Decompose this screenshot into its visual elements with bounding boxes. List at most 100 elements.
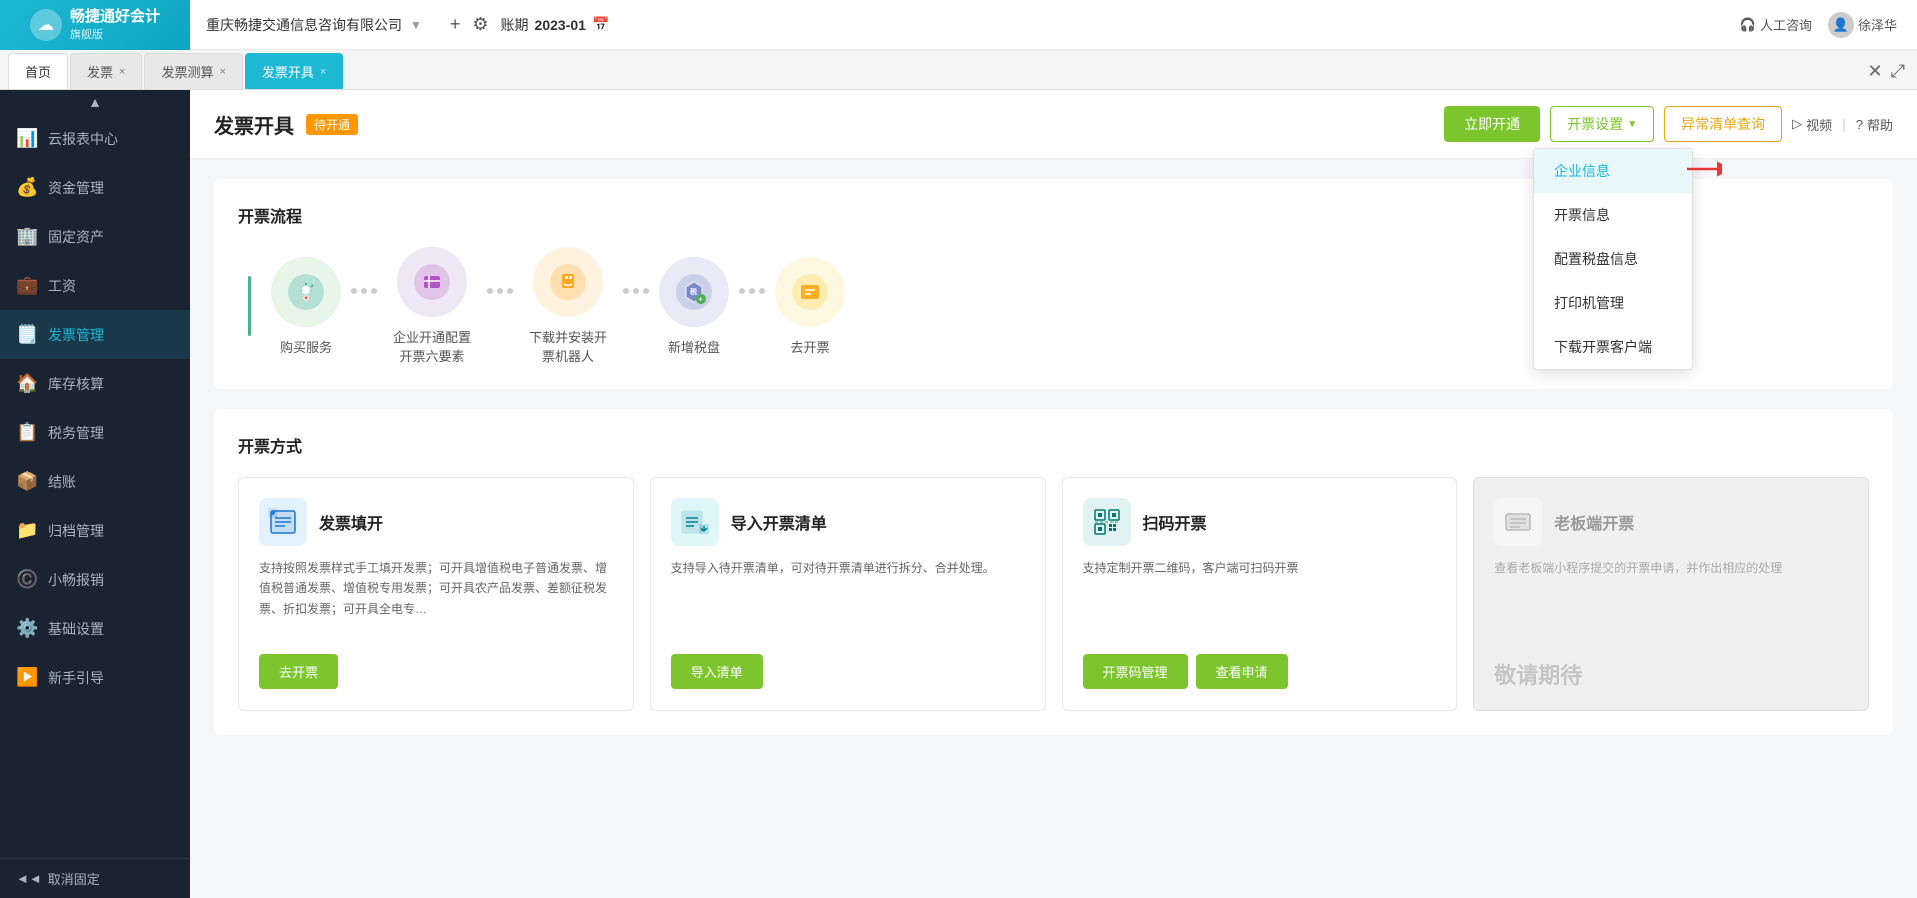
sidebar-item-inventory[interactable]: 🏠 库存核算 <box>0 359 190 408</box>
dropdown-arrow-icon: ▼ <box>1627 119 1637 130</box>
logo-icon: ☁ <box>30 9 62 41</box>
open-now-button[interactable]: 立即开通 <box>1444 106 1540 142</box>
sidebar-item-expense[interactable]: ©️ 小畅报销 <box>0 555 190 604</box>
flow-icon-go-invoice <box>775 257 845 327</box>
expand-icon[interactable]: ⤢ <box>1891 61 1905 82</box>
method-title-scan: 扫码开票 <box>1143 510 1207 534</box>
pin-icon: ◄◄ <box>16 871 42 886</box>
tab-invoice-calc[interactable]: 发票测算 × <box>144 53 242 89</box>
view-apply-button[interactable]: 查看申请 <box>1196 654 1288 689</box>
sidebar: ▲ 📊 云报表中心 💰 资金管理 🏢 固定资产 💼 工资 🗒️ 发票管理 🏠 库… <box>0 90 190 898</box>
flow-label-addtax: 新增税盘 <box>668 337 720 356</box>
flow-step-addtax: 税 + 新增税盘 <box>659 257 729 356</box>
qr-manage-button[interactable]: 开票码管理 <box>1083 654 1188 689</box>
go-invoice-button[interactable]: 去开票 <box>259 654 338 689</box>
logo-area: ☁ 畅捷通好会计 旗舰版 <box>0 0 190 50</box>
exception-list-button[interactable]: 异常清单查询 <box>1664 106 1782 142</box>
tab-invoice-open[interactable]: 发票开具 × <box>245 53 343 89</box>
method-buttons-import: 导入清单 <box>671 654 1025 689</box>
period-display: 账期 2023-01 📅 <box>501 15 610 35</box>
import-list-button[interactable]: 导入清单 <box>671 654 763 689</box>
method-desc-fill: 支持按照发票样式手工填开发票；可开具增值税电子普通发票、增值税普通发票、增值税专… <box>259 558 613 638</box>
flow-label-download: 下载并安装开票机器人 <box>523 327 613 365</box>
sidebar-item-settings[interactable]: ⚙️ 基础设置 <box>0 604 190 653</box>
invoice-settings-button[interactable]: 开票设置 ▼ <box>1550 106 1654 142</box>
method-title-boss: 老板端开票 <box>1554 510 1634 534</box>
method-title-import: 导入开票清单 <box>731 510 827 534</box>
method-buttons-scan: 开票码管理 查看申请 <box>1083 654 1437 689</box>
sidebar-bottom: ◄◄ 取消固定 <box>0 858 190 898</box>
svg-text:+: + <box>699 296 703 303</box>
sidebar-item-invoice[interactable]: 🗒️ 发票管理 <box>0 310 190 359</box>
tab-close-calc[interactable]: × <box>219 66 225 78</box>
tab-close-open[interactable]: × <box>320 66 326 78</box>
sidebar-item-cloud-report[interactable]: 📊 云报表中心 <box>0 114 190 163</box>
sidebar-item-salary[interactable]: 💼 工资 <box>0 261 190 310</box>
page-title-row: 发票开具 待开通 <box>214 110 358 139</box>
flow-connector-1 <box>341 288 387 294</box>
dropdown-invoice-info[interactable]: 开票信息 <box>1534 193 1692 237</box>
page-header: 发票开具 待开通 立即开通 开票设置 ▼ 异常清单查询 ▷ 视频 | ? 帮助 <box>190 90 1917 159</box>
content-area: 发票开具 待开通 立即开通 开票设置 ▼ 异常清单查询 ▷ 视频 | ? 帮助 <box>190 90 1917 898</box>
page-actions: 立即开通 开票设置 ▼ 异常清单查询 ▷ 视频 | ? 帮助 <box>1444 106 1893 142</box>
dropdown-tax-config[interactable]: 配置税盘信息 <box>1534 237 1692 281</box>
sidebar-item-fund[interactable]: 💰 资金管理 <box>0 163 190 212</box>
video-button[interactable]: ▷ 视频 <box>1792 115 1832 134</box>
headset-icon: 🎧 <box>1740 17 1756 33</box>
status-badge: 待开通 <box>306 114 358 135</box>
account-icon: 📦 <box>16 471 38 492</box>
sidebar-item-guide[interactable]: ▶️ 新手引导 <box>0 653 190 702</box>
method-desc-import: 支持导入待开票清单，可对待开票清单进行拆分、合并处理。 <box>671 558 1025 638</box>
user-menu[interactable]: 👤 徐泽华 <box>1828 12 1897 38</box>
flow-icon-config <box>397 247 467 317</box>
sidebar-scroll-up[interactable]: ▲ <box>0 90 190 114</box>
method-header-fill: 发票填开 <box>259 498 613 546</box>
flow-icon-download <box>533 247 603 317</box>
expense-icon: ©️ <box>16 569 38 590</box>
method-desc-boss: 查看老板端小程序提交的开票申请，并作出相应的处理 <box>1494 558 1848 638</box>
archive-icon: 📁 <box>16 520 38 541</box>
settings-icon[interactable]: ⚙ <box>472 14 488 35</box>
sidebar-item-fixed-assets[interactable]: 🏢 固定资产 <box>0 212 190 261</box>
tab-invoice[interactable]: 发票 × <box>70 53 142 89</box>
flow-label-go-invoice: 去开票 <box>790 337 829 356</box>
calendar-icon[interactable]: 📅 <box>592 16 609 33</box>
guide-icon: ▶️ <box>16 667 38 688</box>
unpin-button[interactable]: ◄◄ 取消固定 <box>0 859 190 898</box>
tab-bar: 首页 发票 × 发票测算 × 发票开具 × ✕ ⤢ <box>0 50 1917 90</box>
disabled-overlay: 敬请期待 <box>1494 658 1848 690</box>
company-selector[interactable]: 重庆畅捷交通信息咨询有限公司 ▼ <box>190 15 438 35</box>
flow-step-buy: + 购买服务 <box>271 257 341 356</box>
avatar: 👤 <box>1828 12 1854 38</box>
method-icon-boss <box>1494 498 1542 546</box>
header-right: 🎧 人工咨询 👤 徐泽华 <box>1740 12 1917 38</box>
method-card-import: 导入开票清单 支持导入待开票清单，可对待开票清单进行拆分、合并处理。 导入清单 <box>650 477 1046 711</box>
invoice-icon: 🗒️ <box>16 324 38 345</box>
red-arrow <box>1682 159 1722 182</box>
method-header-boss: 老板端开票 <box>1494 498 1848 546</box>
svg-text:+: + <box>305 296 307 300</box>
sidebar-item-account[interactable]: 📦 结账 <box>0 457 190 506</box>
help-button[interactable]: ? 帮助 <box>1856 115 1893 134</box>
methods-title: 开票方式 <box>238 433 1869 457</box>
tab-home[interactable]: 首页 <box>8 53 68 89</box>
method-buttons-fill: 去开票 <box>259 654 613 689</box>
consult-button[interactable]: 🎧 人工咨询 <box>1740 15 1812 34</box>
salary-icon: 💼 <box>16 275 38 296</box>
add-icon[interactable]: + <box>450 14 461 35</box>
flow-connector-4 <box>729 288 775 294</box>
sidebar-item-archive[interactable]: 📁 归档管理 <box>0 506 190 555</box>
methods-grid: 发票填开 支持按照发票样式手工填开发票；可开具增值税电子普通发票、增值税普通发票… <box>238 477 1869 711</box>
method-icon-import <box>671 498 719 546</box>
close-window-icon[interactable]: ✕ <box>1868 61 1883 82</box>
flow-icon-buy: + <box>271 257 341 327</box>
dropdown-download-client[interactable]: 下载开票客户端 <box>1534 325 1692 369</box>
fund-icon: 💰 <box>16 177 38 198</box>
method-title-fill: 发票填开 <box>319 510 383 534</box>
flow-bar <box>248 276 251 336</box>
tab-close-invoice[interactable]: × <box>119 66 125 78</box>
dropdown-printer[interactable]: 打印机管理 <box>1534 281 1692 325</box>
sidebar-item-tax[interactable]: 📋 税务管理 <box>0 408 190 457</box>
dropdown-company-info[interactable]: 企业信息 <box>1534 149 1692 193</box>
settings-dropdown: 企业信息 开票信息 配置税盘信息 打印机管理 下载开票客户端 <box>1533 148 1693 370</box>
